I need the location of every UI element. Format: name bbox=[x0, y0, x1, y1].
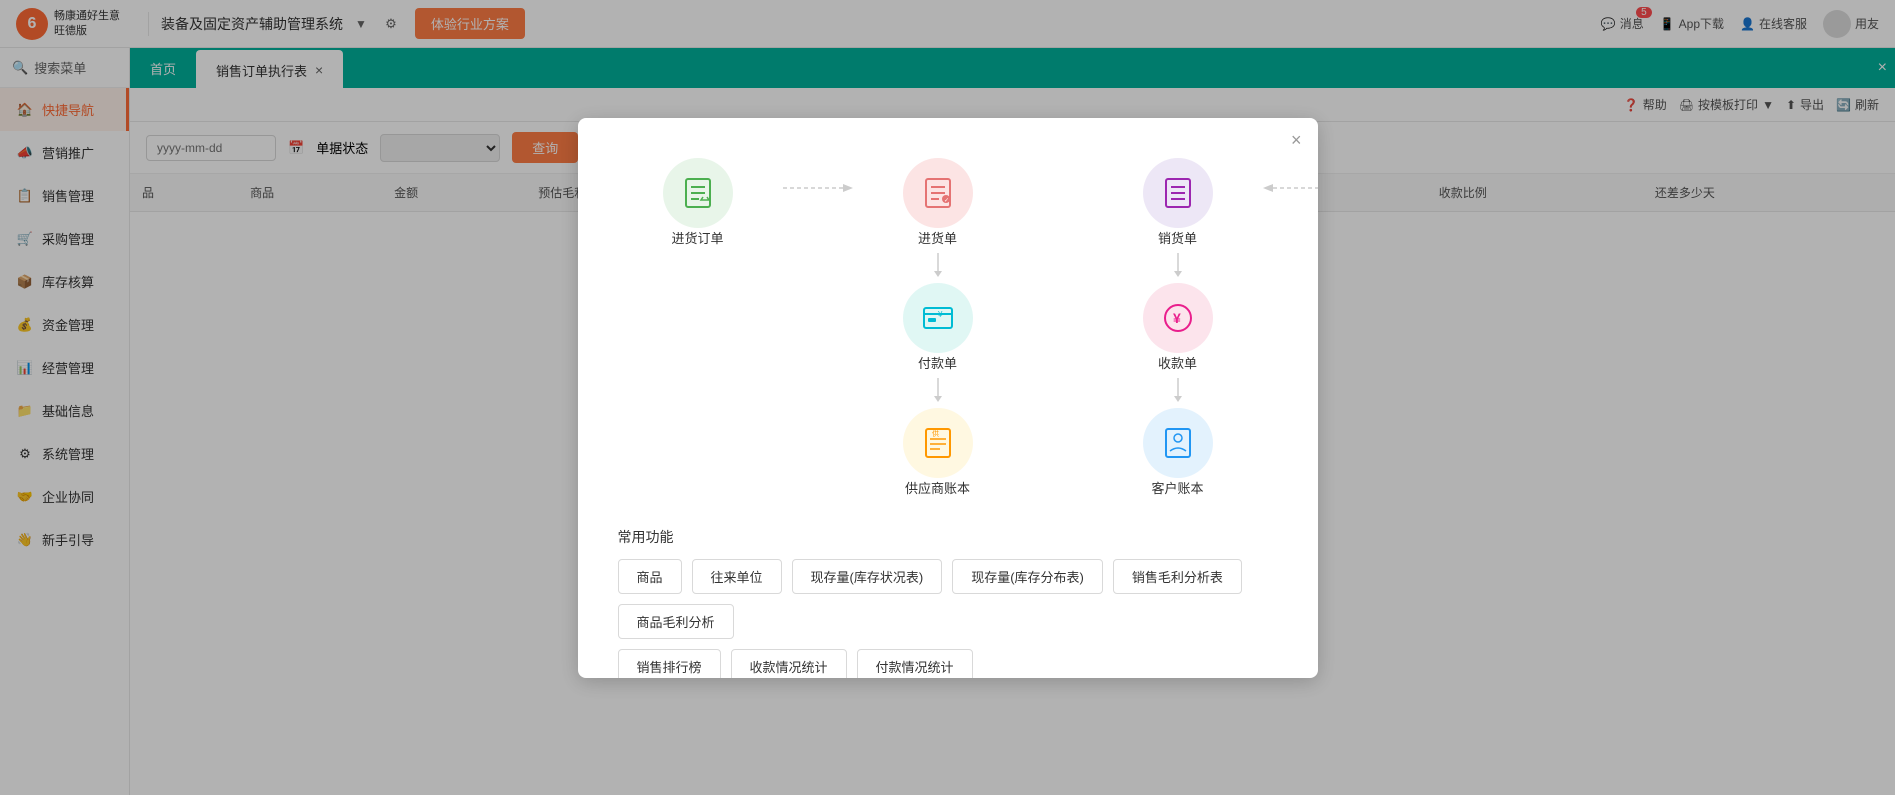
func-btn-7[interactable]: 收款情况统计 bbox=[731, 649, 847, 678]
func-btn-6[interactable]: 销售排行榜 bbox=[618, 649, 721, 678]
svg-text:供: 供 bbox=[932, 429, 939, 438]
purchase-order-col: 进货订单 bbox=[618, 158, 778, 247]
common-functions: 常用功能 商品 往来单位 现存量(库存状况表) 现存量(库存分布表) 销售毛利分… bbox=[618, 527, 1278, 678]
arrow-down-receipt bbox=[1098, 372, 1258, 408]
func-btn-8[interactable]: 付款情况统计 bbox=[857, 649, 973, 678]
arrow-h2 bbox=[1258, 158, 1318, 198]
customer-account-circle[interactable] bbox=[1143, 408, 1213, 478]
func-btn-1[interactable]: 往来单位 bbox=[692, 559, 782, 594]
func-btn-5[interactable]: 商品毛利分析 bbox=[618, 604, 734, 639]
modal-overlay[interactable]: × 进货订单 ✓ 进货单 bbox=[0, 0, 1895, 795]
supplier-account-label: 供应商账本 bbox=[905, 478, 970, 497]
customer-account-label: 客户账本 bbox=[1151, 478, 1203, 497]
sales-bill-label: 销货单 bbox=[1158, 228, 1197, 247]
payment-bill-label: 付款单 bbox=[918, 353, 957, 372]
supplier-account-col: 供 供应商账本 bbox=[858, 408, 1018, 497]
purchase-bill-label: 进货单 bbox=[918, 228, 957, 247]
common-title: 常用功能 bbox=[618, 527, 1278, 547]
modal-close-icon[interactable]: × bbox=[1291, 130, 1302, 151]
svg-text:¥: ¥ bbox=[1173, 310, 1181, 326]
function-buttons-row2: 销售排行榜 收款情况统计 付款情况统计 bbox=[618, 649, 1278, 678]
receipt-bill-label: 收款单 bbox=[1158, 353, 1197, 372]
flow-section: 进货订单 ✓ 进货单 销货单 bbox=[618, 148, 1278, 517]
svg-text:¥: ¥ bbox=[937, 310, 943, 319]
payment-bill-col: ¥ 付款单 bbox=[858, 283, 1018, 372]
arrow-down-sales bbox=[1098, 247, 1258, 283]
customer-account-col: 客户账本 bbox=[1098, 408, 1258, 497]
receipt-bill-circle[interactable]: ¥ bbox=[1143, 283, 1213, 353]
sales-bill-col: 销货单 bbox=[1098, 158, 1258, 247]
purchase-order-circle[interactable] bbox=[663, 158, 733, 228]
supplier-account-circle[interactable]: 供 bbox=[903, 408, 973, 478]
flow-modal: × 进货订单 ✓ 进货单 bbox=[578, 118, 1318, 678]
purchase-bill-circle[interactable]: ✓ bbox=[903, 158, 973, 228]
purchase-order-label: 进货订单 bbox=[671, 228, 723, 247]
svg-text:✓: ✓ bbox=[944, 198, 949, 204]
arrow-down-payment bbox=[858, 372, 1018, 408]
arrow-h1 bbox=[778, 158, 858, 198]
arrow-down-purchase bbox=[858, 247, 1018, 283]
purchase-bill-col: ✓ 进货单 bbox=[858, 158, 1018, 247]
func-btn-3[interactable]: 现存量(库存分布表) bbox=[952, 559, 1103, 594]
func-btn-4[interactable]: 销售毛利分析表 bbox=[1113, 559, 1242, 594]
payment-bill-circle[interactable]: ¥ bbox=[903, 283, 973, 353]
func-btn-2[interactable]: 现存量(库存状况表) bbox=[792, 559, 943, 594]
func-btn-0[interactable]: 商品 bbox=[618, 559, 682, 594]
sales-bill-circle[interactable] bbox=[1143, 158, 1213, 228]
spacer-mid bbox=[1018, 158, 1098, 178]
receipt-bill-col: ¥ 收款单 bbox=[1098, 283, 1258, 372]
function-buttons: 商品 往来单位 现存量(库存状况表) 现存量(库存分布表) 销售毛利分析表 商品… bbox=[618, 559, 1278, 639]
